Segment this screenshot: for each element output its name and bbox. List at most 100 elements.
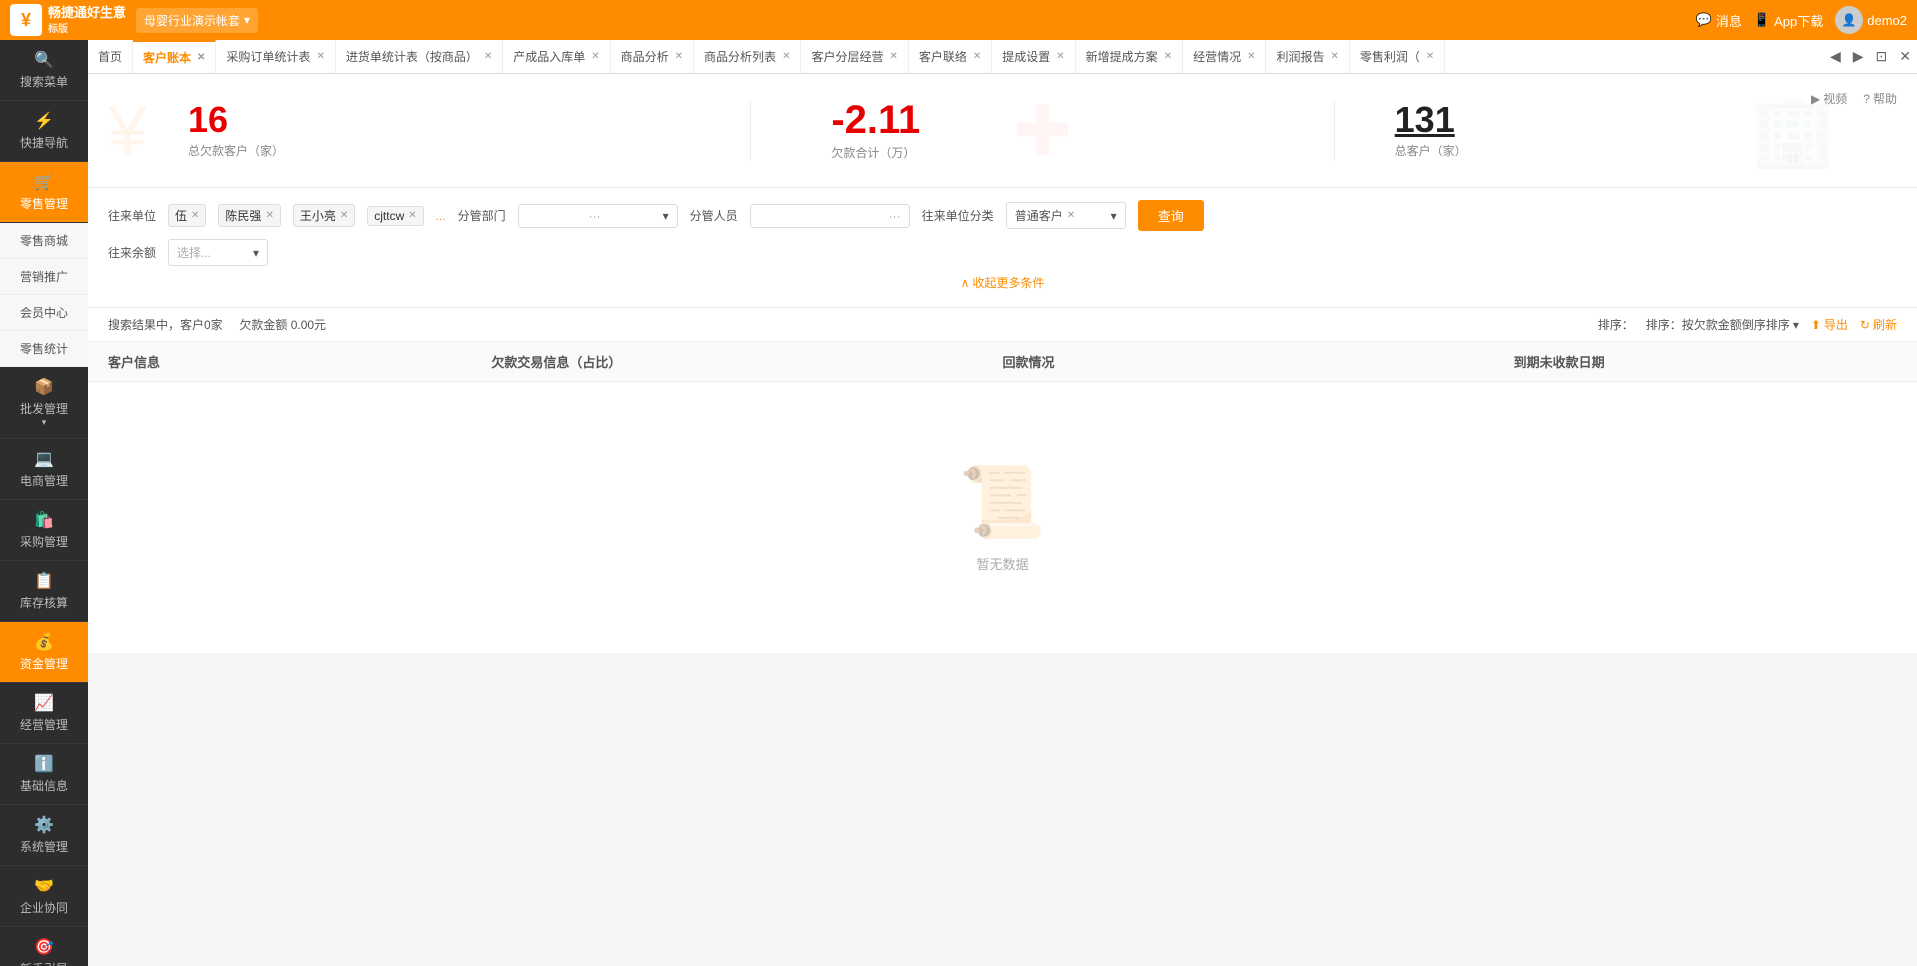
sidebar-item-quicknav[interactable]: ⚡ 快捷导航 <box>0 101 88 162</box>
logo: ¥ 畅捷通好生意 标版 <box>10 4 126 36</box>
table-container: 客户信息 欠款交易信息（占比） 回款情况 到期未收款日期 📜 暂无数据 <box>88 342 1917 653</box>
col-header-repay: 回款情况 <box>1003 352 1514 371</box>
tab-close-add-commission[interactable]: ✕ <box>1164 51 1172 62</box>
messages-btn[interactable]: 💬 消息 <box>1696 11 1742 30</box>
app-download-btn[interactable]: 📱 App下载 <box>1754 11 1823 30</box>
sidebar-sub-item-mall[interactable]: 零售商城 <box>0 223 88 259</box>
tab-close-operations[interactable]: ✕ <box>1247 51 1255 62</box>
video-link[interactable]: ▶ 视频 <box>1811 90 1847 107</box>
tab-product-analysis[interactable]: 商品分析 ✕ <box>611 40 694 74</box>
unit-filter-label: 往来单位 <box>108 207 156 224</box>
table-header: 客户信息 欠款交易信息（占比） 回款情况 到期未收款日期 <box>88 342 1917 382</box>
filter-tag-close-3[interactable]: ✕ <box>340 210 348 221</box>
retail-icon: 🛒 <box>34 172 54 192</box>
filter-area: 往来单位 伍 ✕ 陈民强 ✕ 王小亮 ✕ <box>88 188 1917 308</box>
sidebar-item-purchase[interactable]: 🛍️ 采购管理 <box>0 500 88 561</box>
person-more-icon: ··· <box>889 209 901 223</box>
tab-customer-contact[interactable]: 客户联络 ✕ <box>909 40 992 74</box>
sidebar-item-guide[interactable]: 🎯 新手引导 <box>0 927 88 966</box>
tab-close-product-analysis[interactable]: ✕ <box>675 51 683 62</box>
tab-close-customer-segment[interactable]: ✕ <box>889 51 897 62</box>
filter-tag-close-1[interactable]: ✕ <box>191 210 199 221</box>
sidebar-item-inventory[interactable]: 📋 库存核算 <box>0 561 88 622</box>
user-avatar-btn[interactable]: 👤 demo2 <box>1835 6 1907 34</box>
stat-owe-customers-label: 总欠款客户（家） <box>188 142 284 159</box>
tab-product-inbound[interactable]: 产成品入库单 ✕ <box>503 40 610 74</box>
sidebar-item-operations[interactable]: 📈 经营管理 <box>0 683 88 744</box>
help-icon: ? <box>1863 92 1870 106</box>
tab-close-retail-profit[interactable]: ✕ <box>1426 51 1434 62</box>
guide-icon: 🎯 <box>34 937 54 957</box>
tab-close-customer-contact[interactable]: ✕ <box>973 51 981 62</box>
tab-restore-btn[interactable]: ⊡ <box>1870 48 1894 65</box>
sidebar-item-basic-info[interactable]: ℹ️ 基础信息 <box>0 744 88 805</box>
sidebar-item-wholesale[interactable]: 📦 批发管理 ▾ <box>0 367 88 439</box>
stat-owe-customers-value: 16 <box>188 102 284 138</box>
tab-retail-profit[interactable]: 零售利润（ ✕ <box>1350 40 1445 74</box>
sidebar-item-retail-mgmt[interactable]: 🛒 零售管理 <box>0 162 88 223</box>
org-selector[interactable]: 母婴行业演示帐套 ▾ <box>136 8 258 33</box>
empty-illustration: 📜 <box>959 462 1046 544</box>
stat-debt-label: 欠款合计（万） <box>831 144 920 161</box>
collapse-btn[interactable]: ∧ 收起更多条件 <box>961 274 1045 291</box>
tab-close-profit-report[interactable]: ✕ <box>1331 51 1339 62</box>
tab-prev-btn[interactable]: ◀ <box>1824 48 1847 65</box>
extra-selector[interactable]: 选择... ▾ <box>168 239 268 266</box>
sort-label: 排序： <box>1598 316 1634 333</box>
col-header-debt: 欠款交易信息（占比） <box>491 352 1002 371</box>
help-link[interactable]: ? 帮助 <box>1863 90 1897 107</box>
sidebar-sub-item-members[interactable]: 会员中心 <box>0 295 88 331</box>
sidebar-item-search[interactable]: 🔍 搜索菜单 <box>0 40 88 101</box>
tab-close-inbound-stats[interactable]: ✕ <box>484 51 492 62</box>
tab-customer-ledger[interactable]: 客户账本 ✕ <box>133 40 216 74</box>
sidebar-item-ecommerce[interactable]: 💻 电商管理 <box>0 439 88 500</box>
tab-profit-report[interactable]: 利润报告 ✕ <box>1266 40 1349 74</box>
query-button[interactable]: 查询 <box>1138 200 1204 231</box>
tab-add-commission[interactable]: 新增提成方案 ✕ <box>1076 40 1183 74</box>
filter-tag-close-4[interactable]: ✕ <box>408 210 416 221</box>
logo-text: 畅捷通好生意 标版 <box>48 5 126 36</box>
top-bar-center: 母婴行业演示帐套 ▾ <box>126 8 1696 33</box>
tab-inbound-stats[interactable]: 进货单统计表（按商品） ✕ <box>336 40 503 74</box>
refresh-btn[interactable]: ↻ 刷新 <box>1860 316 1897 333</box>
sidebar-sub-item-retail-stats[interactable]: 零售统计 <box>0 331 88 367</box>
filter-tag-unit-4: cjttcw ✕ <box>367 206 423 226</box>
sidebar-sub-item-marketing[interactable]: 营销推广 <box>0 259 88 295</box>
tab-close-commission-settings[interactable]: ✕ <box>1056 51 1064 62</box>
sort-dropdown-icon: ▾ <box>1793 318 1799 332</box>
dept-selector[interactable]: ··· ▾ <box>518 204 678 228</box>
tab-customer-segment[interactable]: 客户分层经营 ✕ <box>801 40 908 74</box>
category-selector[interactable]: 普通客户 ✕ ▾ <box>1006 202 1126 229</box>
tab-close-product-inbound[interactable]: ✕ <box>591 51 599 62</box>
empty-state: 📜 暂无数据 <box>88 382 1917 653</box>
tab-close-all-btn[interactable]: ✕ <box>1893 48 1917 65</box>
filter-more-tags[interactable]: ... <box>436 209 446 223</box>
tab-home[interactable]: 首页 <box>88 40 133 74</box>
stat-customers-label: 总客户（家） <box>1395 142 1467 159</box>
tab-close-purchase-order-stats[interactable]: ✕ <box>316 51 324 62</box>
stat-section-owe-customers: 16 总欠款客户（家） <box>108 92 730 169</box>
person-selector[interactable]: ··· <box>750 204 910 228</box>
tab-actions: ◀ ▶ ⊡ ✕ <box>1824 48 1917 65</box>
results-bar: 搜索结果中，客户0家 欠款金额 0.00元 排序： 排序：按欠款金额倒序排序 ▾… <box>88 308 1917 342</box>
sort-selector[interactable]: 排序：按欠款金额倒序排序 ▾ <box>1646 316 1799 333</box>
filter-tag-close-2[interactable]: ✕ <box>265 210 273 221</box>
stats-bar: ¥ 16 总欠款客户（家） ✚ -2.11 欠款合 <box>88 74 1917 188</box>
download-icon: 📱 <box>1754 12 1770 28</box>
tab-next-btn[interactable]: ▶ <box>1847 48 1870 65</box>
dept-more-icon: ··· <box>589 209 601 223</box>
wholesale-icon: 📦 <box>34 377 54 397</box>
results-summary: 搜索结果中，客户0家 欠款金额 0.00元 <box>108 316 326 333</box>
filter-tag-close-category[interactable]: ✕ <box>1067 210 1075 221</box>
tab-product-analysis-list[interactable]: 商品分析列表 ✕ <box>694 40 801 74</box>
tab-commission-settings[interactable]: 提成设置 ✕ <box>992 40 1075 74</box>
sidebar-item-capital[interactable]: 💰 资金管理 <box>0 622 88 683</box>
quicknav-icon: ⚡ <box>34 111 54 131</box>
export-btn[interactable]: ⬆ 导出 <box>1811 316 1848 333</box>
sidebar-item-sys-mgmt[interactable]: ⚙️ 系统管理 <box>0 805 88 866</box>
sidebar-item-collab[interactable]: 🤝 企业协同 <box>0 866 88 927</box>
tab-close-product-analysis-list[interactable]: ✕ <box>782 51 790 62</box>
tab-close-customer-ledger[interactable]: ✕ <box>197 52 205 63</box>
tab-purchase-order-stats[interactable]: 采购订单统计表 ✕ <box>216 40 335 74</box>
tab-operations[interactable]: 经营情况 ✕ <box>1183 40 1266 74</box>
